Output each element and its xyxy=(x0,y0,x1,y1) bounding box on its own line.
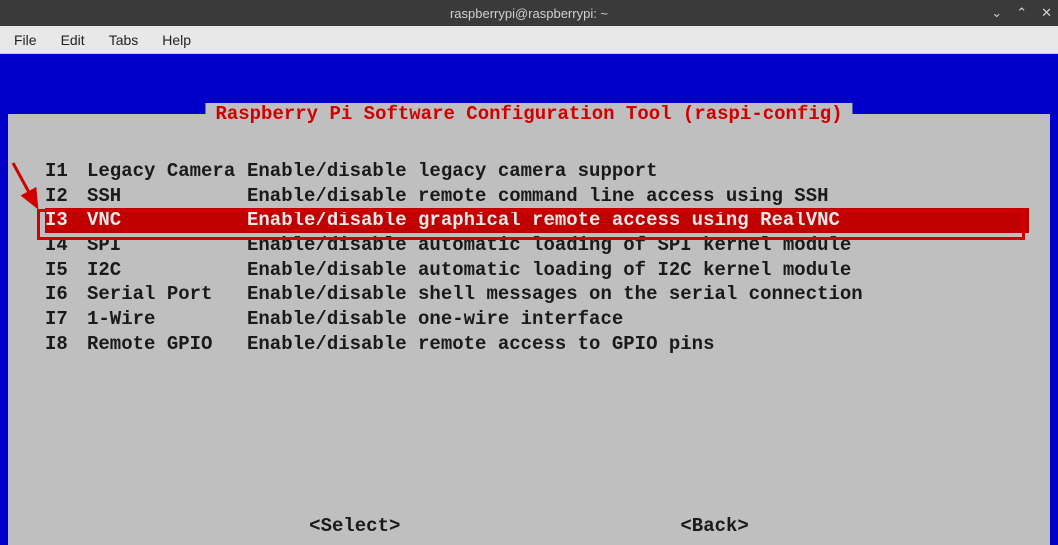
menu-code: I4 xyxy=(45,233,87,258)
menu-label: 1-Wire xyxy=(87,307,247,332)
menu-desc: Enable/disable graphical remote access u… xyxy=(247,208,1029,233)
menu-item-spi[interactable]: I4 SPI Enable/disable automatic loading … xyxy=(45,233,1029,258)
raspi-config-box: Raspberry Pi Software Configuration Tool… xyxy=(8,114,1050,545)
menu-label: SSH xyxy=(87,184,247,209)
menu-code: I3 xyxy=(45,208,87,233)
minimize-icon[interactable]: ⌄ xyxy=(991,5,1002,21)
menu-code: I5 xyxy=(45,258,87,283)
config-buttons: <Select> <Back> xyxy=(11,515,1047,537)
terminal: Raspberry Pi Software Configuration Tool… xyxy=(0,54,1058,545)
window-titlebar: raspberrypi@raspberrypi: ~ ⌄ ⌃ ✕ xyxy=(0,0,1058,26)
menu-code: I6 xyxy=(45,282,87,307)
menubar: File Edit Tabs Help xyxy=(0,26,1058,54)
menu-code: I1 xyxy=(45,159,87,184)
menu-tabs[interactable]: Tabs xyxy=(101,30,147,50)
menu-item-serial-port[interactable]: I6 Serial Port Enable/disable shell mess… xyxy=(45,282,1029,307)
menu-desc: Enable/disable legacy camera support xyxy=(247,159,1029,184)
menu-code: I8 xyxy=(45,332,87,357)
menu-item-i2c[interactable]: I5 I2C Enable/disable automatic loading … xyxy=(45,258,1029,283)
select-button[interactable]: <Select> xyxy=(309,515,400,537)
menu-item-1-wire[interactable]: I7 1-Wire Enable/disable one-wire interf… xyxy=(45,307,1029,332)
config-title: Raspberry Pi Software Configuration Tool… xyxy=(205,103,852,125)
menu-desc: Enable/disable shell messages on the ser… xyxy=(247,282,1029,307)
window-title: raspberrypi@raspberrypi: ~ xyxy=(450,6,608,21)
menu-desc: Enable/disable automatic loading of SPI … xyxy=(247,233,1029,258)
menu-label: Legacy Camera xyxy=(87,159,247,184)
menu-label: SPI xyxy=(87,233,247,258)
menu-help[interactable]: Help xyxy=(154,30,199,50)
menu-code: I7 xyxy=(45,307,87,332)
back-button[interactable]: <Back> xyxy=(680,515,748,537)
menu-code: I2 xyxy=(45,184,87,209)
menu-desc: Enable/disable remote command line acces… xyxy=(247,184,1029,209)
menu-file[interactable]: File xyxy=(6,30,45,50)
menu-item-legacy-camera[interactable]: I1 Legacy Camera Enable/disable legacy c… xyxy=(45,159,1029,184)
config-menu-list: I1 Legacy Camera Enable/disable legacy c… xyxy=(11,117,1047,357)
menu-label: Remote GPIO xyxy=(87,332,247,357)
menu-desc: Enable/disable automatic loading of I2C … xyxy=(247,258,1029,283)
menu-label: I2C xyxy=(87,258,247,283)
close-icon[interactable]: ✕ xyxy=(1041,5,1052,21)
menu-desc: Enable/disable remote access to GPIO pin… xyxy=(247,332,1029,357)
menu-label: Serial Port xyxy=(87,282,247,307)
menu-edit[interactable]: Edit xyxy=(53,30,93,50)
menu-item-vnc[interactable]: I3 VNC Enable/disable graphical remote a… xyxy=(45,208,1029,233)
menu-item-remote-gpio[interactable]: I8 Remote GPIO Enable/disable remote acc… xyxy=(45,332,1029,357)
window-controls: ⌄ ⌃ ✕ xyxy=(991,5,1052,21)
menu-item-ssh[interactable]: I2 SSH Enable/disable remote command lin… xyxy=(45,184,1029,209)
maximize-icon[interactable]: ⌃ xyxy=(1016,5,1027,21)
menu-label: VNC xyxy=(87,208,247,233)
menu-desc: Enable/disable one-wire interface xyxy=(247,307,1029,332)
